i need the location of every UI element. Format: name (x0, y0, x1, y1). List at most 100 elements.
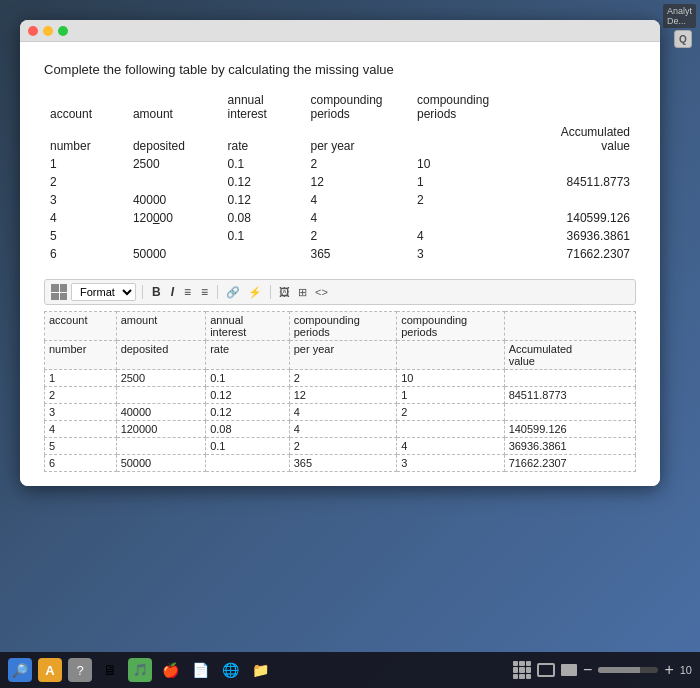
lc-accum[interactable] (504, 370, 635, 387)
code-icon[interactable]: <> (313, 286, 330, 298)
format-select[interactable]: Format (71, 283, 136, 301)
lc-amount[interactable]: 2500 (116, 370, 206, 387)
maximize-button[interactable] (58, 26, 68, 36)
lc-comp2[interactable]: 1 (397, 387, 504, 404)
corner-label: AnalytDe... (663, 4, 696, 28)
lh-account: account (45, 312, 117, 341)
taskbar-icon-question[interactable]: ? (68, 658, 92, 682)
zoom-level: 10 (680, 664, 692, 676)
lc-num[interactable]: 4 (45, 421, 117, 438)
list1-button[interactable]: ≡ (181, 283, 194, 301)
cell-accum: 140599.126 (518, 209, 636, 227)
lc-periods[interactable]: 12 (289, 387, 396, 404)
taskbar-icon-app1[interactable]: 🎵 (128, 658, 152, 682)
lc-amount[interactable] (116, 438, 206, 455)
lower-table-row: 2 0.12 12 1 84511.8773 (45, 387, 636, 404)
lc-num[interactable]: 2 (45, 387, 117, 404)
lc-comp2[interactable]: 3 (397, 455, 504, 472)
lc-periods[interactable]: 4 (289, 421, 396, 438)
close-button[interactable] (28, 26, 38, 36)
window-titlebar (20, 20, 660, 42)
lc-rate[interactable]: 0.1 (206, 370, 290, 387)
cell-accum (518, 155, 636, 173)
table-row: 1 2500 0.1 2 10 (44, 155, 636, 173)
cell-amount: 40000 (127, 191, 222, 209)
zoom-minus[interactable]: − (583, 661, 592, 679)
grid2-icon[interactable]: ⊞ (296, 286, 309, 299)
taskbar-icon-a[interactable]: A (38, 658, 62, 682)
cell-comp2: 10 (411, 155, 518, 173)
lower-table-row: 3 40000 0.12 4 2 (45, 404, 636, 421)
header-comp-periods: compoundingperiods (304, 91, 411, 123)
upper-table: account amount annualinterest compoundin… (44, 91, 636, 263)
lc-amount[interactable] (116, 387, 206, 404)
lc-num[interactable]: 5 (45, 438, 117, 455)
lc-comp2[interactable]: 10 (397, 370, 504, 387)
header-per-year: per year (304, 123, 411, 155)
lower-table-row: 4 120000 0.08 4 140599.126 (45, 421, 636, 438)
lc-comp2[interactable]: 2 (397, 404, 504, 421)
table-row: 2 0.12 12 1 84511.8773 (44, 173, 636, 191)
symbol-icon[interactable]: ⚡ (246, 286, 264, 299)
header-rate: rate (222, 123, 305, 155)
lc-periods[interactable]: 2 (289, 370, 396, 387)
taskbar-left: 🔎 A ? 🖥 🎵 🍎 📄 🌐 📁 (8, 658, 272, 682)
cell-periods: 365 (304, 245, 411, 263)
image-icon[interactable]: 🖼 (277, 286, 292, 298)
lc-rate[interactable]: 0.1 (206, 438, 290, 455)
lc-rate[interactable]: 0.08 (206, 421, 290, 438)
lc-periods[interactable]: 2 (289, 438, 396, 455)
lc-accum[interactable]: 140599.126 (504, 421, 635, 438)
link-icon[interactable]: 🔗 (224, 286, 242, 299)
taskbar-icon-apple[interactable]: 🍎 (158, 658, 182, 682)
lc-amount[interactable]: 120000 (116, 421, 206, 438)
cell-comp2: 4 (411, 227, 518, 245)
taskbar-icon-doc[interactable]: 📄 (188, 658, 212, 682)
lc-periods[interactable]: 4 (289, 404, 396, 421)
lc-accum[interactable]: 71662.2307 (504, 455, 635, 472)
taskbar-icon-folder[interactable]: 📁 (248, 658, 272, 682)
lc-comp2[interactable]: 4 (397, 438, 504, 455)
window-view-icon[interactable] (537, 663, 555, 677)
lc-num[interactable]: 1 (45, 370, 117, 387)
cell-rate (222, 245, 305, 263)
lc-amount[interactable]: 50000 (116, 455, 206, 472)
zoom-slider[interactable] (598, 667, 658, 673)
lc-rate[interactable] (206, 455, 290, 472)
lc-comp2[interactable] (397, 421, 504, 438)
bold-button[interactable]: B (149, 283, 164, 301)
header-accum (518, 91, 636, 123)
cell-periods: 2 (304, 227, 411, 245)
cell-comp2: 1 (411, 173, 518, 191)
lc-periods[interactable]: 365 (289, 455, 396, 472)
lc-accum[interactable]: 36936.3861 (504, 438, 635, 455)
cell-amount (127, 173, 222, 191)
minimize-button[interactable] (43, 26, 53, 36)
lc-num[interactable]: 3 (45, 404, 117, 421)
lc-num[interactable]: 6 (45, 455, 117, 472)
header-deposited: deposited (127, 123, 222, 155)
italic-button[interactable]: I (168, 283, 177, 301)
grid-icon (51, 284, 67, 300)
lc-accum[interactable]: 84511.8773 (504, 387, 635, 404)
taskbar-icon-web[interactable]: 🌐 (218, 658, 242, 682)
lower-header-row1: account amount annualinterest compoundin… (45, 312, 636, 341)
q-button[interactable]: Q (674, 30, 692, 48)
grid-view-icon[interactable] (513, 661, 531, 679)
zoom-plus[interactable]: + (664, 661, 673, 679)
taskbar-icon-screen[interactable]: 🖥 (98, 658, 122, 682)
cell-num: 4 (44, 209, 127, 227)
divider (142, 285, 143, 299)
table-row: 6 50000 365 3 71662.2307 (44, 245, 636, 263)
toolbar: Format B I ≡ ≡ 🔗 ⚡ 🖼 ⊞ <> (44, 279, 636, 305)
taskbar-icon-finder[interactable]: 🔎 (8, 658, 32, 682)
lc-amount[interactable]: 40000 (116, 404, 206, 421)
lc-rate[interactable]: 0.12 (206, 387, 290, 404)
taskbar-right: − + 10 (513, 661, 692, 679)
lh-comp1: compoundingperiods (289, 312, 396, 341)
list2-button[interactable]: ≡ (198, 283, 211, 301)
lc-rate[interactable]: 0.12 (206, 404, 290, 421)
lc-accum[interactable] (504, 404, 635, 421)
panel-icon[interactable] (561, 664, 577, 676)
lh-deposited: deposited (116, 341, 206, 370)
